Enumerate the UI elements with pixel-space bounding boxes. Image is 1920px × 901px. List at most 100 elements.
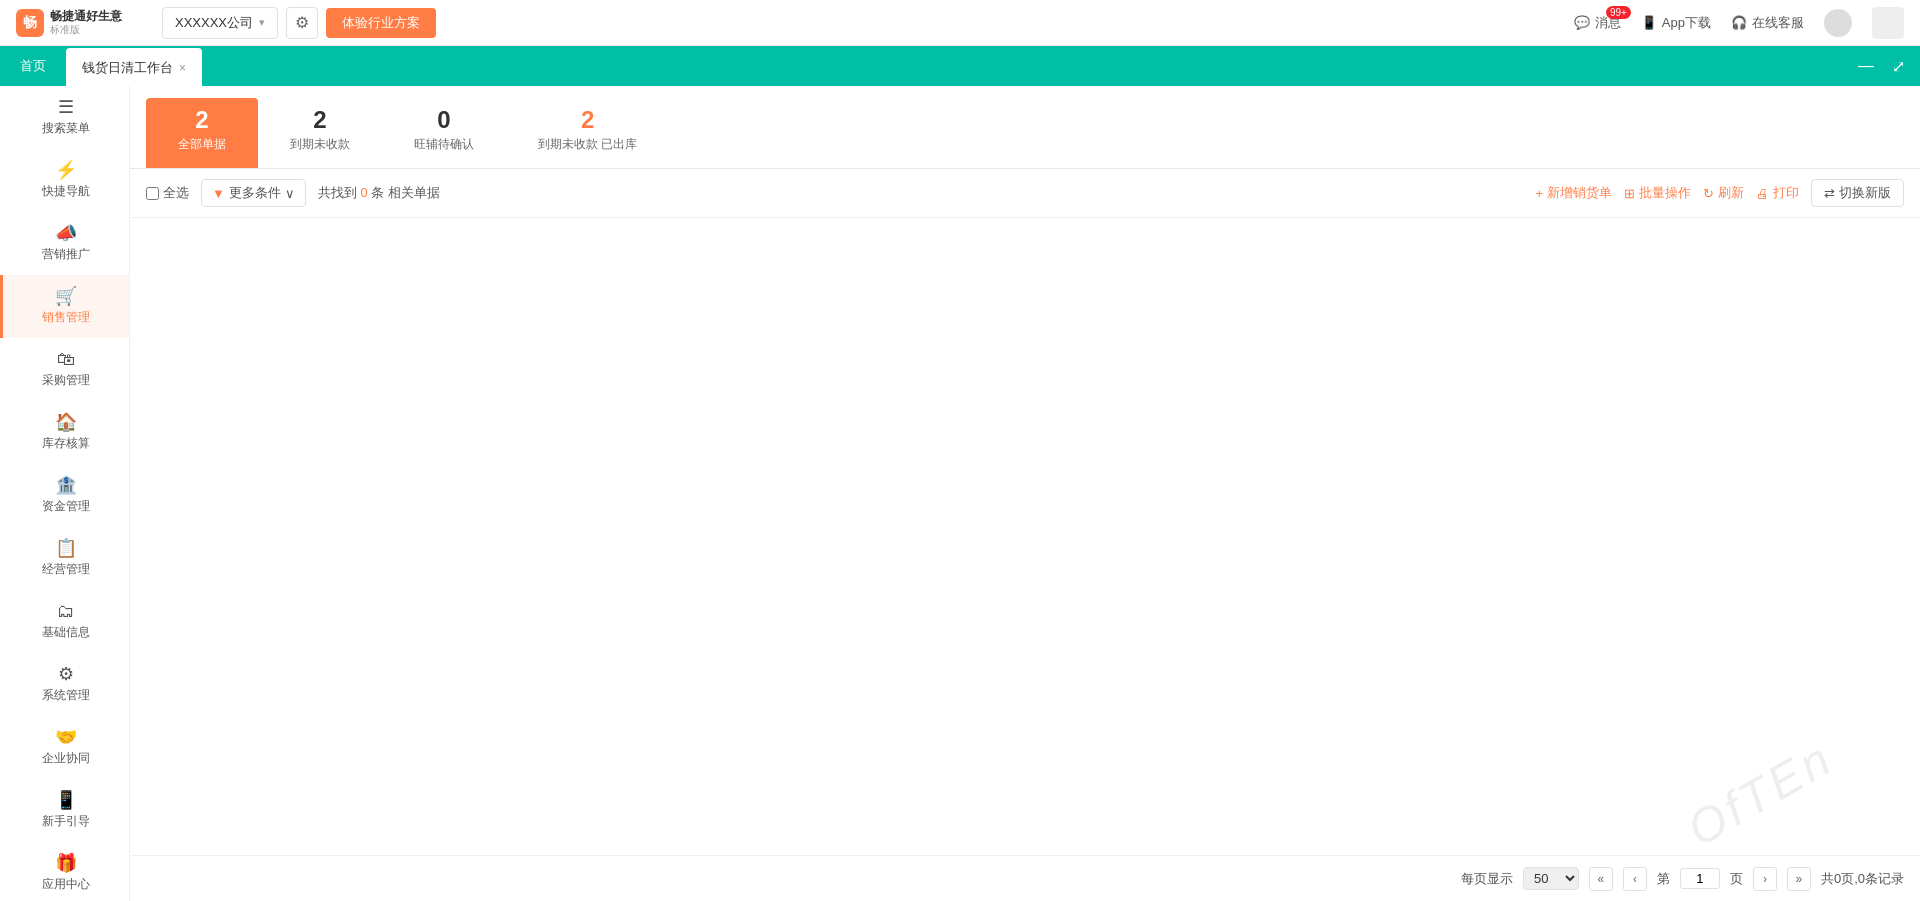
tab-fullscreen-button[interactable]: ⤢ [1886,54,1910,78]
total-text: 共0页,0条记录 [1821,870,1904,888]
header-right: 💬 消息 99+ 📱 App下载 🎧 在线客服 [1574,7,1904,39]
prev-page-icon: ‹ [1633,872,1637,886]
sidebar-item-enterprise-coop[interactable]: 🤝 企业协同 [0,716,129,779]
gear-icon: ⚙ [295,13,309,32]
main-layout: ☰ 搜索菜单 ⚡ 快捷导航 📣 营销推广 🛒 销售管理 🛍 采购管理 🏠 库存核… [0,86,1920,901]
sidebar-item-sales-mgmt[interactable]: 🛒 销售管理 [0,275,129,338]
avatar[interactable] [1824,9,1852,37]
stat-overdue-out-num: 2 [581,106,594,134]
print-icon: 🖨 [1756,186,1769,201]
search-menu-icon: ☰ [58,98,74,116]
tab-active[interactable]: 钱货日清工作台 × [66,48,202,88]
sidebar-item-inventory[interactable]: 🏠 库存核算 [0,401,129,464]
add-icon: + [1535,186,1543,201]
top-header: 畅 畅捷通好生意 标准版 XXXXXX公司 ▾ ⚙ 体验行业方案 💬 消息 99… [0,0,1920,46]
page-label: 第 [1657,870,1670,888]
stat-tab-overdue[interactable]: 2 到期未收款 [258,98,382,168]
next-page-icon: › [1763,872,1767,886]
switch-label: 切换新版 [1839,184,1891,202]
settings-button[interactable]: ⚙ [286,7,318,39]
select-all-label: 全选 [163,184,189,202]
first-page-button[interactable]: « [1589,867,1613,891]
stat-all-num: 2 [195,106,208,134]
select-all-input[interactable] [146,187,159,200]
stat-tab-wangwang[interactable]: 0 旺辅待确认 [382,98,506,168]
sidebar-item-purchase-mgmt[interactable]: 🛍 采购管理 [0,338,129,401]
app-download-button[interactable]: 📱 App下载 [1641,14,1711,32]
pagination: 每页显示 50 20 100 « ‹ 第 页 › » 共0页,0条记录 [130,855,1920,901]
tab-minimize-button[interactable]: — [1854,54,1878,78]
online-service-label: 在线客服 [1752,14,1804,32]
last-page-button[interactable]: » [1787,867,1811,891]
app-center-icon: 🎁 [55,854,77,872]
batch-operation-button[interactable]: ⊞ 批量操作 [1624,184,1691,202]
sidebar-item-operations[interactable]: 📋 经营管理 [0,527,129,590]
sidebar-item-app-center[interactable]: 🎁 应用中心 [0,842,129,901]
refresh-button[interactable]: ↻ 刷新 [1703,184,1744,202]
page-label-end: 页 [1730,870,1743,888]
toolbar-right: + 新增销货单 ⊞ 批量操作 ↻ 刷新 🖨 打印 ⇄ 切换新版 [1535,179,1904,207]
message-button[interactable]: 💬 消息 99+ [1574,14,1621,32]
page-input[interactable] [1680,868,1720,889]
print-label: 打印 [1773,184,1799,202]
batch-label: 批量操作 [1639,184,1691,202]
switch-new-version-button[interactable]: ⇄ 切换新版 [1811,179,1904,207]
sidebar-item-guide[interactable]: 📱 新手引导 [0,779,129,842]
result-count: 0 [361,185,368,200]
sidebar-item-marketing[interactable]: 📣 营销推广 [0,212,129,275]
app-download-label: App下载 [1662,14,1711,32]
message-badge: 99+ [1606,6,1631,19]
sidebar-label-guide: 新手引导 [42,813,90,830]
marketing-icon: 📣 [55,224,77,242]
download-icon: 📱 [1641,15,1657,30]
quick-nav-icon: ⚡ [55,161,77,179]
sidebar-item-quick-nav[interactable]: ⚡ 快捷导航 [0,149,129,212]
filter-chevron-icon: ∨ [285,186,295,201]
sidebar-item-finance[interactable]: 🏦 资金管理 [0,464,129,527]
stat-overdue-label: 到期未收款 [290,136,350,153]
select-all-checkbox[interactable]: 全选 [146,184,189,202]
refresh-label: 刷新 [1718,184,1744,202]
switch-icon: ⇄ [1824,186,1835,201]
sidebar-item-system-mgmt[interactable]: ⚙ 系统管理 [0,653,129,716]
sidebar-label-app-center: 应用中心 [42,876,90,893]
sidebar-label-finance: 资金管理 [42,498,90,515]
sidebar-label-marketing: 营销推广 [42,246,90,263]
stat-overdue-num: 2 [313,106,326,134]
stat-tab-overdue-out[interactable]: 2 到期未收款 已出库 [506,98,669,168]
sidebar-label-sales: 销售管理 [42,309,90,326]
trial-button[interactable]: 体验行业方案 [326,8,436,38]
logo-main-text: 畅捷通好生意 [50,9,122,23]
last-page-icon: » [1796,872,1803,886]
service-icon: 🎧 [1731,15,1747,30]
result-suffix: 条 相关单据 [371,185,440,200]
purchase-icon: 🛍 [57,350,75,368]
stat-tab-all[interactable]: 2 全部单据 [146,98,258,168]
user-menu[interactable] [1872,7,1904,39]
tab-bar: 首页 钱货日清工作台 × — ⤢ [0,46,1920,86]
online-service-button[interactable]: 🎧 在线客服 [1731,14,1804,32]
fullscreen-icon: ⤢ [1892,57,1905,76]
sidebar-label-purchase: 采购管理 [42,372,90,389]
print-button[interactable]: 🖨 打印 [1756,184,1799,202]
sidebar-item-search-menu[interactable]: ☰ 搜索菜单 [0,86,129,149]
sidebar-label-enterprise-coop: 企业协同 [42,750,90,767]
stat-wangwang-label: 旺辅待确认 [414,136,474,153]
filter-button[interactable]: ▼ 更多条件 ∨ [201,179,306,207]
message-icon: 💬 [1574,15,1590,30]
tab-close-icon[interactable]: × [179,61,186,75]
result-text: 共找到 0 条 相关单据 [318,184,440,202]
add-label: 新增销货单 [1547,184,1612,202]
add-sales-order-button[interactable]: + 新增销货单 [1535,184,1612,202]
next-page-button[interactable]: › [1753,867,1777,891]
logo-area: 畅 畅捷通好生意 标准版 [16,9,146,37]
page-size-select[interactable]: 50 20 100 [1523,867,1579,890]
logo-sub-text: 标准版 [50,24,122,36]
page-size-label: 每页显示 [1461,870,1513,888]
tab-home[interactable]: 首页 [0,46,66,86]
prev-page-button[interactable]: ‹ [1623,867,1647,891]
company-selector[interactable]: XXXXXX公司 ▾ [162,7,278,39]
sidebar-item-base-info[interactable]: 🗂 基础信息 [0,590,129,653]
guide-icon: 📱 [55,791,77,809]
tab-bar-actions: — ⤢ [1854,54,1920,78]
